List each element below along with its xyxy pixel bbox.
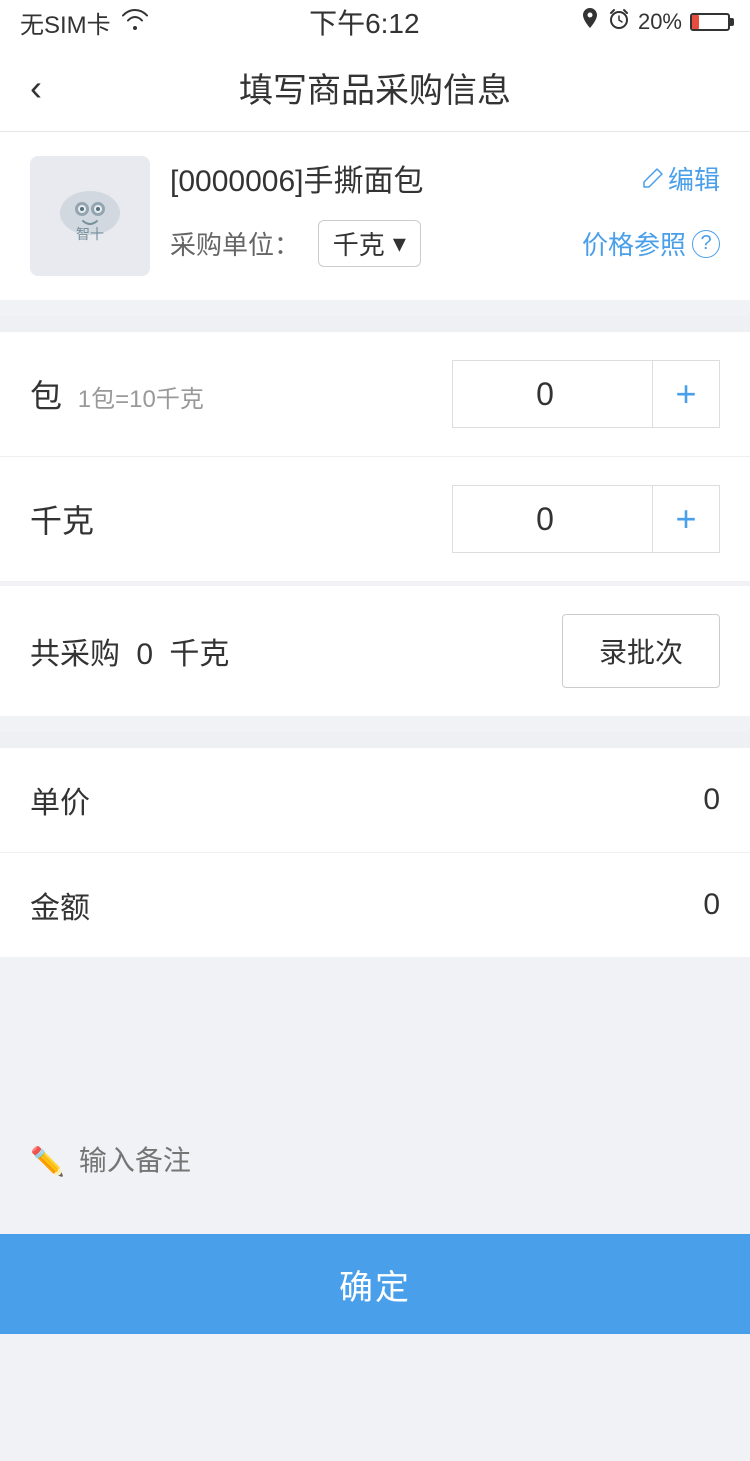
product-logo: 智十 bbox=[55, 183, 125, 250]
dropdown-icon: ▾ bbox=[393, 228, 406, 259]
unit-value: 千克 bbox=[333, 225, 385, 262]
carrier-label: 无SIM卡 bbox=[20, 5, 111, 40]
qty-row-bao: 包 1包=10千克 + bbox=[0, 332, 750, 457]
page-title: 填写商品采购信息 bbox=[239, 63, 511, 112]
product-info: [0000006]手撕面包 编辑 采购单位： 千克 ▾ 价格参照 ? bbox=[170, 156, 720, 267]
location-icon bbox=[580, 8, 600, 36]
battery-icon bbox=[690, 13, 730, 31]
amount-value: 0 bbox=[703, 888, 720, 922]
qty-row-kg: 千克 + bbox=[0, 457, 750, 582]
divider-band-1 bbox=[0, 316, 750, 332]
status-left: 无SIM卡 bbox=[20, 5, 149, 40]
qty-label-kg: 千克 bbox=[30, 496, 94, 542]
battery-percent: 20% bbox=[638, 9, 682, 35]
divider-band-2 bbox=[0, 732, 750, 748]
alarm-icon bbox=[608, 8, 630, 36]
unit-price-row: 单价 0 bbox=[0, 748, 750, 853]
product-unit-row: 采购单位： 千克 ▾ 价格参照 ? bbox=[170, 220, 720, 267]
bottom-spacer bbox=[0, 1361, 750, 1461]
pencil-icon: ✏️ bbox=[30, 1145, 65, 1178]
unit-select[interactable]: 千克 ▾ bbox=[318, 220, 421, 267]
status-bar: 无SIM卡 下午6:12 20% bbox=[0, 0, 750, 44]
amount-row: 金额 0 bbox=[0, 853, 750, 957]
kg-quantity-input[interactable] bbox=[452, 485, 652, 553]
info-icon: ? bbox=[692, 230, 720, 258]
unit-price-label: 单价 bbox=[30, 778, 90, 822]
wifi-icon bbox=[121, 8, 149, 37]
status-time: 下午6:12 bbox=[309, 2, 420, 42]
confirm-button[interactable]: 确定 bbox=[0, 1234, 750, 1334]
amount-label: 金额 bbox=[30, 883, 90, 927]
product-thumbnail: 智十 bbox=[30, 156, 150, 276]
qty-label-bao: 包 1包=10千克 bbox=[30, 371, 204, 417]
unit-price-value: 0 bbox=[703, 783, 720, 817]
status-right: 20% bbox=[580, 8, 730, 36]
remark-input[interactable] bbox=[79, 1145, 720, 1177]
edit-button[interactable]: 编辑 bbox=[642, 160, 720, 197]
kg-plus-button[interactable]: + bbox=[652, 485, 720, 553]
bao-plus-button[interactable]: + bbox=[652, 360, 720, 428]
quantity-section: 包 1包=10千克 + 千克 + bbox=[0, 332, 750, 582]
price-reference-button[interactable]: 价格参照 ? bbox=[582, 225, 720, 262]
bao-quantity-input[interactable] bbox=[452, 360, 652, 428]
back-button[interactable]: ‹ bbox=[30, 67, 42, 109]
total-section: 共采购 0 千克 录批次 bbox=[0, 586, 750, 716]
record-batch-button[interactable]: 录批次 bbox=[562, 614, 720, 688]
nav-bar: ‹ 填写商品采购信息 bbox=[0, 44, 750, 132]
product-name: [0000006]手撕面包 bbox=[170, 156, 423, 200]
unit-selector-group: 采购单位： 千克 ▾ bbox=[170, 220, 421, 267]
svg-text:智十: 智十 bbox=[76, 226, 104, 242]
product-top-row: [0000006]手撕面包 编辑 bbox=[170, 156, 720, 200]
qty-input-wrap-bao: + bbox=[452, 360, 720, 428]
qty-input-wrap-kg: + bbox=[452, 485, 720, 553]
unit-label: 采购单位： bbox=[170, 230, 300, 260]
total-text: 共采购 0 千克 bbox=[30, 629, 229, 673]
product-section: 智十 [0000006]手撕面包 编辑 采购单位： 千克 ▾ 价格参照 ? bbox=[0, 132, 750, 300]
price-section: 单价 0 金额 0 bbox=[0, 748, 750, 957]
